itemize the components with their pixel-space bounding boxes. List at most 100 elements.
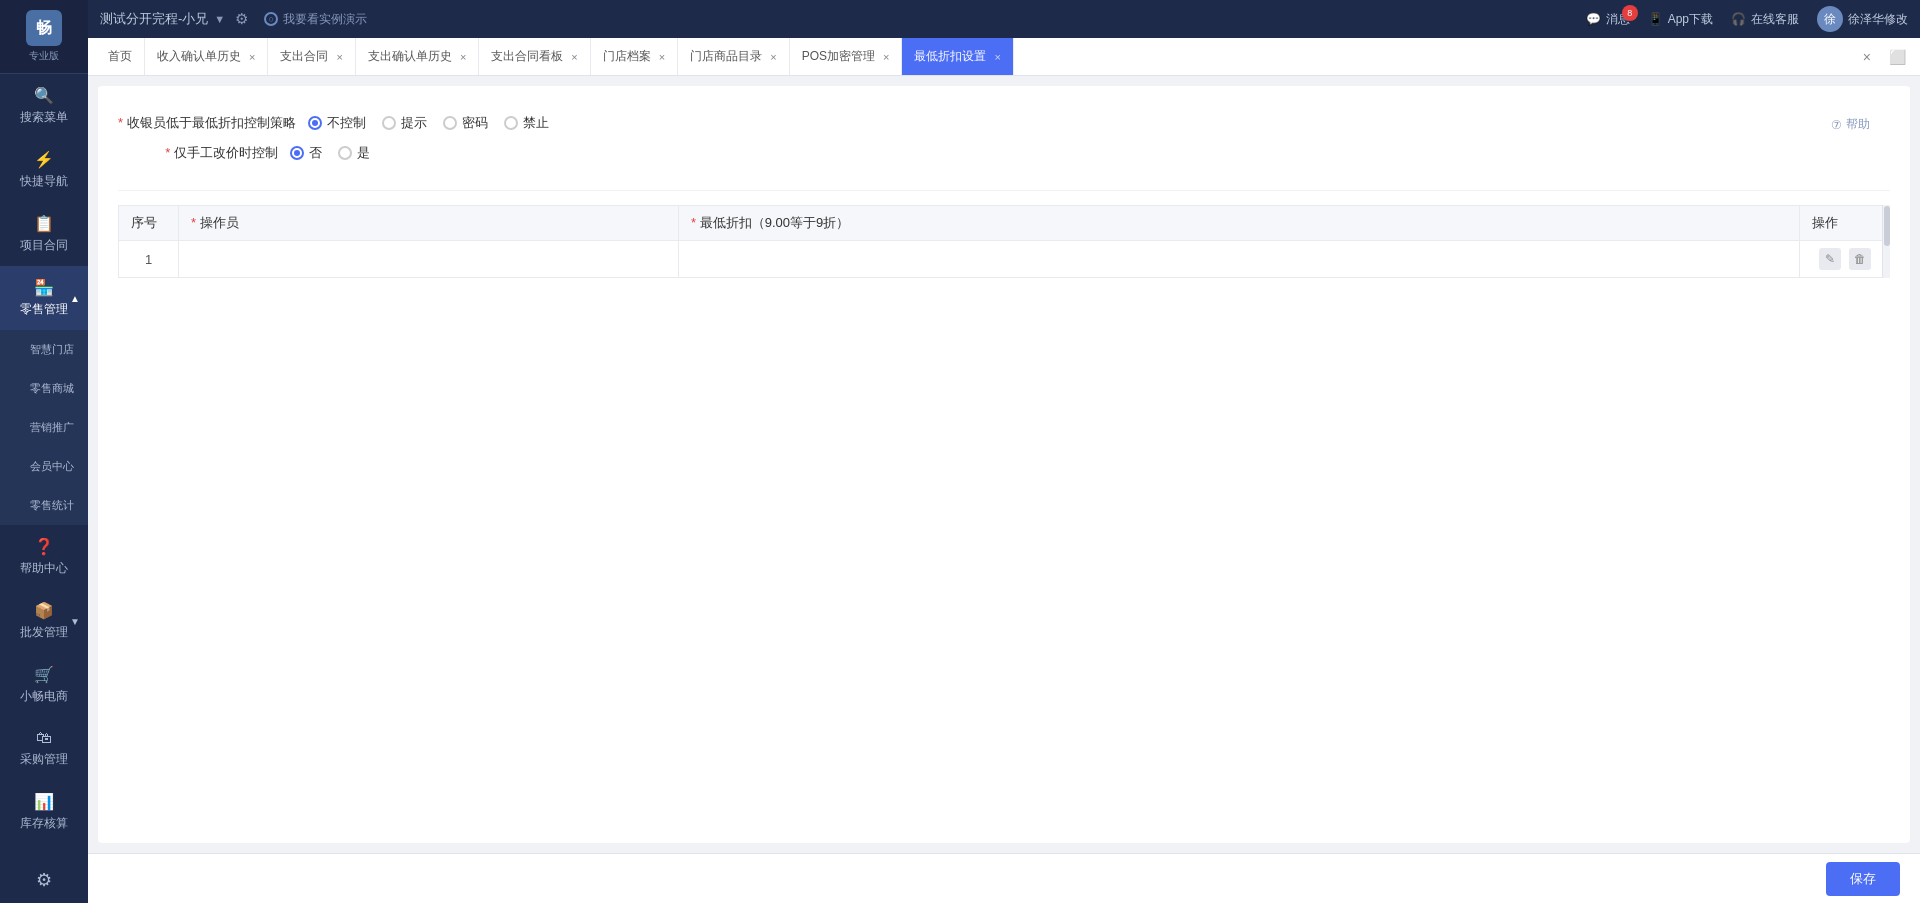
topbar-customer-service-button[interactable]: 🎧 在线客服	[1731, 11, 1799, 28]
help-label: 帮助	[1846, 116, 1870, 133]
sidebar-item-wholesale-label: 批发管理	[20, 624, 68, 641]
col-seq-header: 序号	[119, 206, 179, 241]
sidebar-item-smart-store-label: 智慧门店	[30, 342, 74, 357]
field1-radio-group: 不控制 提示 密码 禁止	[308, 114, 549, 132]
radio-ban[interactable]: 禁止	[504, 114, 549, 132]
tab-payment-contract-board-close[interactable]: ×	[571, 51, 577, 63]
sidebar-item-ecommerce[interactable]: 🛒 小畅电商	[0, 653, 88, 717]
col-discount-header: * 最低折扣（9.00等于9折）	[679, 206, 1800, 241]
field2-label: * 仅手工改价时控制	[118, 144, 278, 162]
topbar-demo-label: 我要看实例演示	[283, 11, 367, 28]
tab-payment-contract-board-label: 支出合同看板	[491, 48, 563, 65]
sidebar-item-wholesale[interactable]: 📦 批发管理 ▼	[0, 589, 88, 653]
radio-no-control-label: 不控制	[327, 114, 366, 132]
topbar-project-selector[interactable]: 测试分开完程-小兄 ▼	[100, 10, 225, 28]
delete-row-button[interactable]: 🗑	[1849, 248, 1871, 270]
table-cell-operator[interactable]	[179, 241, 679, 278]
sidebar-item-shortcut[interactable]: ⚡ 快捷导航	[0, 138, 88, 202]
sidebar-item-smart-store[interactable]: 智慧门店	[0, 330, 88, 369]
sidebar-item-shortcut-label: 快捷导航	[20, 173, 68, 190]
radio-yes-label: 是	[357, 144, 370, 162]
footer: 保存	[88, 853, 1920, 903]
sidebar-item-finance[interactable]: 💰 资金管理	[0, 844, 88, 857]
tab-payment-contract-label: 支出合同	[280, 48, 328, 65]
tab-close-all-button[interactable]: ×	[1857, 47, 1877, 67]
topbar-user-name: 徐泽华修改	[1848, 11, 1908, 28]
radio-password-circle	[443, 116, 457, 130]
project-icon: 📋	[34, 214, 54, 233]
field1-required-mark: *	[118, 115, 123, 130]
radio-hint[interactable]: 提示	[382, 114, 427, 132]
tab-payment-confirm-history[interactable]: 支出确认单历史 ×	[356, 38, 479, 76]
tab-pos-password[interactable]: POS加密管理 ×	[790, 38, 903, 76]
sidebar-item-search[interactable]: 🔍 搜索菜单	[0, 74, 88, 138]
table-scrollbar[interactable]	[1882, 205, 1890, 278]
tab-pos-password-close[interactable]: ×	[883, 51, 889, 63]
sidebar-item-retail-label: 零售管理	[20, 301, 68, 318]
table-section: 序号 * 操作员 * 最低折扣（9.00等于9折）	[118, 205, 1890, 278]
app-download-icon: 📱	[1648, 12, 1663, 26]
sidebar-item-project-label: 项目合同	[20, 237, 68, 254]
sidebar-item-project[interactable]: 📋 项目合同	[0, 202, 88, 266]
tab-payment-confirm-history-close[interactable]: ×	[460, 51, 466, 63]
sidebar-item-inventory[interactable]: 📊 库存核算	[0, 780, 88, 844]
inventory-icon: 📊	[34, 792, 54, 811]
tab-payment-contract-close[interactable]: ×	[336, 51, 342, 63]
sidebar-item-retail-stats[interactable]: 零售统计	[0, 486, 88, 525]
radio-no[interactable]: 否	[290, 144, 322, 162]
topbar-demo-link[interactable]: ○ 我要看实例演示	[264, 11, 367, 28]
tab-home[interactable]: 首页	[96, 38, 145, 76]
tab-payment-contract-board[interactable]: 支出合同看板 ×	[479, 38, 590, 76]
topbar-app-download-button[interactable]: 📱 App下载	[1648, 11, 1713, 28]
tab-min-discount[interactable]: 最低折扣设置 ×	[902, 38, 1013, 76]
sidebar-item-retail-mall[interactable]: 零售商城	[0, 369, 88, 408]
help-icon: ⑦	[1831, 118, 1842, 132]
sidebar-item-retail[interactable]: 🏪 零售管理 ▲	[0, 266, 88, 330]
sidebar-item-retail-mall-label: 零售商城	[30, 381, 74, 396]
radio-yes[interactable]: 是	[338, 144, 370, 162]
topbar-settings-icon[interactable]: ⚙	[235, 10, 248, 28]
sidebar-logo: 畅 专业版	[0, 0, 88, 74]
sidebar-item-purchase-label: 采购管理	[20, 751, 68, 768]
radio-no-label: 否	[309, 144, 322, 162]
sidebar-item-members[interactable]: 会员中心	[0, 447, 88, 486]
topbar-user-button[interactable]: 徐 徐泽华修改	[1817, 6, 1908, 32]
sidebar-settings-button[interactable]: ⚙	[0, 857, 88, 903]
customer-service-icon: 🎧	[1731, 12, 1746, 26]
tab-payment-confirm-history-label: 支出确认单历史	[368, 48, 452, 65]
save-button[interactable]: 保存	[1826, 862, 1900, 896]
topbar-project-name: 测试分开完程-小兄	[100, 10, 208, 28]
sidebar-item-marketing[interactable]: 营销推广	[0, 408, 88, 447]
tab-expand-button[interactable]: ⬜	[1883, 47, 1912, 67]
sidebar-item-search-label: 搜索菜单	[20, 109, 68, 126]
sidebar-item-purchase[interactable]: 🛍 采购管理	[0, 717, 88, 780]
radio-no-control[interactable]: 不控制	[308, 114, 366, 132]
table-cell-discount[interactable]	[679, 241, 1800, 278]
ecommerce-icon: 🛒	[34, 665, 54, 684]
tab-store-products[interactable]: 门店商品目录 ×	[678, 38, 789, 76]
tab-payment-contract[interactable]: 支出合同 ×	[268, 38, 355, 76]
radio-password[interactable]: 密码	[443, 114, 488, 132]
project-dropdown-icon: ▼	[214, 13, 225, 25]
sidebar-item-members-label: 会员中心	[30, 459, 74, 474]
col-action-header: 操作	[1800, 206, 1890, 241]
tab-store-products-close[interactable]: ×	[770, 51, 776, 63]
tab-store-file[interactable]: 门店档案 ×	[591, 38, 678, 76]
edit-row-button[interactable]: ✎	[1819, 248, 1841, 270]
topbar-message-button[interactable]: 💬 消息 8	[1586, 11, 1630, 28]
help-button[interactable]: ⑦ 帮助	[1831, 116, 1870, 133]
col-operator-header: * 操作员	[179, 206, 679, 241]
sidebar-item-help-label: 帮助中心	[20, 560, 68, 577]
settings-icon: ⚙	[36, 869, 52, 891]
tab-income-history[interactable]: 收入确认单历史 ×	[145, 38, 268, 76]
form-row-1: * 收银员低于最低折扣控制策略 不控制 提示	[118, 114, 1890, 132]
tab-income-history-close[interactable]: ×	[249, 51, 255, 63]
logo-icon: 畅	[26, 10, 62, 46]
tab-min-discount-label: 最低折扣设置	[914, 48, 986, 65]
shortcut-icon: ⚡	[34, 150, 54, 169]
topbar-customer-service-label: 在线客服	[1751, 11, 1799, 28]
tab-store-file-close[interactable]: ×	[659, 51, 665, 63]
tab-min-discount-close[interactable]: ×	[994, 51, 1000, 63]
sidebar-item-help[interactable]: ❓ 帮助中心	[0, 525, 88, 589]
radio-hint-circle	[382, 116, 396, 130]
